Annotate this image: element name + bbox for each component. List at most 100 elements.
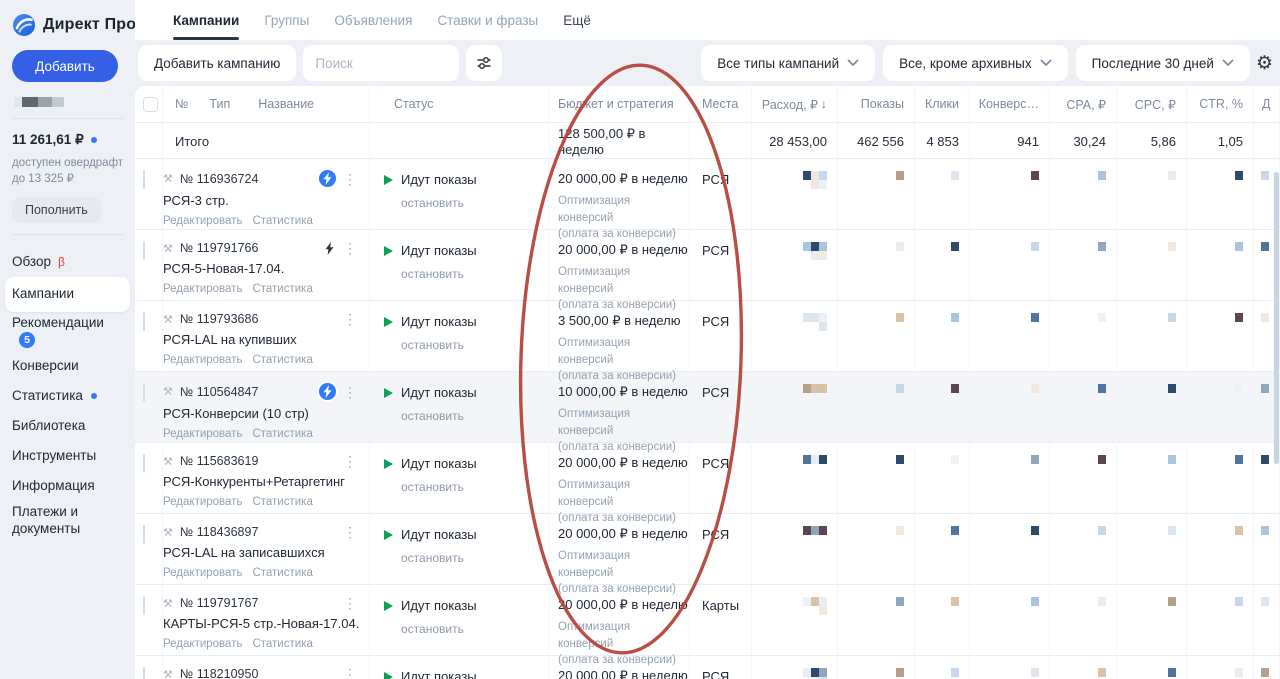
select-all-checkbox[interactable] bbox=[143, 96, 158, 112]
row-action-link[interactable]: Статистика bbox=[252, 283, 312, 295]
top-tab[interactable]: Объявления bbox=[334, 0, 412, 40]
campaign-number[interactable]: № 115683619 bbox=[180, 454, 259, 468]
sidebar-item[interactable]: Платежи и документы bbox=[5, 501, 130, 541]
row-action-link[interactable]: Редактировать bbox=[163, 354, 242, 366]
sidebar-item[interactable]: Обзор β bbox=[5, 247, 130, 277]
brand-logo[interactable]: Директ Про bbox=[10, 0, 136, 37]
row-action-link[interactable]: Редактировать bbox=[163, 496, 242, 508]
row-action-link[interactable]: Статистика bbox=[252, 215, 312, 227]
sidebar-item[interactable]: Рекомендации 5 bbox=[5, 312, 130, 351]
header-num[interactable]: № bbox=[175, 97, 188, 111]
row-action-link[interactable]: Статистика bbox=[252, 567, 312, 579]
header-income-cut[interactable]: Д bbox=[1254, 86, 1280, 122]
kebab-menu-icon[interactable]: ⋮ bbox=[341, 241, 359, 255]
campaign-number[interactable]: № 119793686 bbox=[180, 312, 259, 326]
top-tab[interactable]: Кампании bbox=[173, 0, 240, 40]
sidebar-item[interactable]: Библиотека bbox=[5, 411, 130, 441]
kebab-menu-icon[interactable]: ⋮ bbox=[341, 525, 359, 539]
campaign-name[interactable]: РСЯ-Конкуренты+Ретаргетинг bbox=[163, 474, 359, 489]
row-action-link[interactable]: Статистика bbox=[252, 354, 312, 366]
header-clicks[interactable]: Клики bbox=[915, 86, 970, 122]
row-checkbox[interactable] bbox=[143, 312, 145, 331]
kebab-menu-icon[interactable]: ⋮ bbox=[341, 172, 359, 186]
header-type[interactable]: Тип bbox=[209, 97, 230, 111]
placement-label: РСЯ bbox=[702, 243, 730, 258]
kebab-menu-icon[interactable]: ⋮ bbox=[341, 667, 359, 679]
campaign-name[interactable]: РСЯ-Конверсии (10 стр) bbox=[163, 406, 359, 421]
top-tab[interactable]: Ещё bbox=[563, 0, 591, 40]
stop-link[interactable]: остановить bbox=[401, 196, 548, 210]
row-action-link[interactable]: Редактировать bbox=[163, 428, 242, 440]
row-action-link[interactable]: Статистика bbox=[252, 638, 312, 650]
row-action-link[interactable]: Статистика bbox=[252, 496, 312, 508]
row-checkbox[interactable] bbox=[143, 383, 145, 402]
campaign-name[interactable]: КАРТЫ-РСЯ-5 стр.-Новая-17.04. bbox=[163, 616, 359, 631]
campaign-number[interactable]: № 116936724 bbox=[180, 172, 259, 186]
header-ctr[interactable]: CTR, % bbox=[1187, 86, 1254, 122]
header-conversions[interactable]: Конверс… bbox=[970, 86, 1050, 122]
sliders-icon bbox=[476, 55, 492, 71]
stop-link[interactable]: остановить bbox=[401, 480, 548, 494]
play-icon bbox=[384, 174, 393, 185]
campaign-number[interactable]: № 118436897 bbox=[180, 525, 259, 539]
row-action-link[interactable]: Редактировать bbox=[163, 283, 242, 295]
filter-dropdown[interactable]: Все, кроме архивных bbox=[883, 45, 1068, 81]
settings-gear-icon[interactable]: ⚙ bbox=[1256, 54, 1273, 73]
header-cpc[interactable]: CPC, ₽ bbox=[1117, 86, 1187, 122]
table-row: ⚒ № 116936724 ⋮ РСЯ-3 стр. Редактировать Стат… bbox=[135, 159, 1280, 244]
row-checkbox[interactable] bbox=[143, 596, 145, 615]
campaign-name[interactable]: РСЯ-3 стр. bbox=[163, 193, 359, 208]
campaign-number[interactable]: № 110564847 bbox=[180, 385, 259, 399]
filter-dropdown[interactable]: Все типы кампаний bbox=[701, 45, 876, 81]
sidebar-item[interactable]: Статистика bbox=[5, 381, 130, 411]
stop-link[interactable]: остановить bbox=[401, 622, 548, 636]
stop-link[interactable]: остановить bbox=[401, 551, 548, 565]
filter-dropdown[interactable]: Последние 30 дней bbox=[1075, 45, 1250, 81]
row-checkbox[interactable] bbox=[143, 241, 145, 260]
kebab-menu-icon[interactable]: ⋮ bbox=[341, 312, 359, 326]
row-action-link[interactable]: Статистика bbox=[252, 428, 312, 440]
add-campaign-button[interactable]: Добавить кампанию bbox=[138, 45, 297, 81]
sidebar-item[interactable]: Конверсии bbox=[5, 351, 130, 381]
sidebar-item[interactable]: Кампании bbox=[5, 277, 130, 313]
add-button[interactable]: Добавить bbox=[12, 50, 118, 82]
campaign-name[interactable]: РСЯ-LAL на записавшихся bbox=[163, 545, 359, 560]
stop-link[interactable]: остановить bbox=[401, 267, 548, 281]
top-tab[interactable]: Ставки и фразы bbox=[437, 0, 538, 40]
row-checkbox[interactable] bbox=[143, 454, 145, 473]
kebab-menu-icon[interactable]: ⋮ bbox=[341, 454, 359, 468]
play-icon bbox=[384, 387, 393, 398]
campaign-number[interactable]: № 119791766 bbox=[180, 241, 259, 255]
kebab-menu-icon[interactable]: ⋮ bbox=[341, 385, 359, 399]
row-checkbox[interactable] bbox=[143, 170, 145, 189]
header-spend[interactable]: Расход, ₽ ↓ bbox=[752, 86, 838, 122]
vertical-scrollbar[interactable] bbox=[1274, 172, 1279, 464]
campaign-name[interactable]: РСЯ-LAL на купивших bbox=[163, 332, 359, 347]
header-cpa[interactable]: CPA, ₽ bbox=[1050, 86, 1117, 122]
row-checkbox[interactable] bbox=[143, 667, 145, 679]
metric-cell bbox=[1254, 656, 1280, 679]
header-budget[interactable]: Бюджет и стратегия bbox=[549, 86, 690, 122]
table-row: ⚒ № 119793686 ⋮ РСЯ-LAL на купивших Редактир… bbox=[135, 301, 1280, 386]
header-status[interactable]: Статус bbox=[370, 86, 549, 122]
row-action-link[interactable]: Редактировать bbox=[163, 215, 242, 227]
row-checkbox[interactable] bbox=[143, 525, 145, 544]
campaign-name[interactable]: РСЯ-5-Новая-17.04. bbox=[163, 261, 359, 276]
row-action-link[interactable]: Редактировать bbox=[163, 638, 242, 650]
sidebar-item[interactable]: Инструменты bbox=[5, 441, 130, 471]
topup-button[interactable]: Пополнить bbox=[12, 197, 101, 224]
campaign-number[interactable]: № 119791767 bbox=[180, 596, 259, 610]
stop-link[interactable]: остановить bbox=[401, 338, 548, 352]
kebab-menu-icon[interactable]: ⋮ bbox=[341, 596, 359, 610]
header-name[interactable]: Название bbox=[258, 97, 314, 111]
filter-settings-button[interactable] bbox=[466, 45, 503, 81]
stop-link[interactable]: остановить bbox=[401, 409, 548, 423]
header-impressions[interactable]: Показы bbox=[838, 86, 915, 122]
row-action-link[interactable]: Редактировать bbox=[163, 567, 242, 579]
header-places[interactable]: Места bbox=[690, 86, 752, 122]
redacted-value bbox=[1031, 668, 1039, 679]
search-input[interactable] bbox=[303, 45, 460, 81]
campaign-number[interactable]: № 118210950 bbox=[180, 667, 259, 679]
sidebar-item[interactable]: Информация bbox=[5, 471, 130, 501]
top-tab[interactable]: Группы bbox=[264, 0, 309, 40]
